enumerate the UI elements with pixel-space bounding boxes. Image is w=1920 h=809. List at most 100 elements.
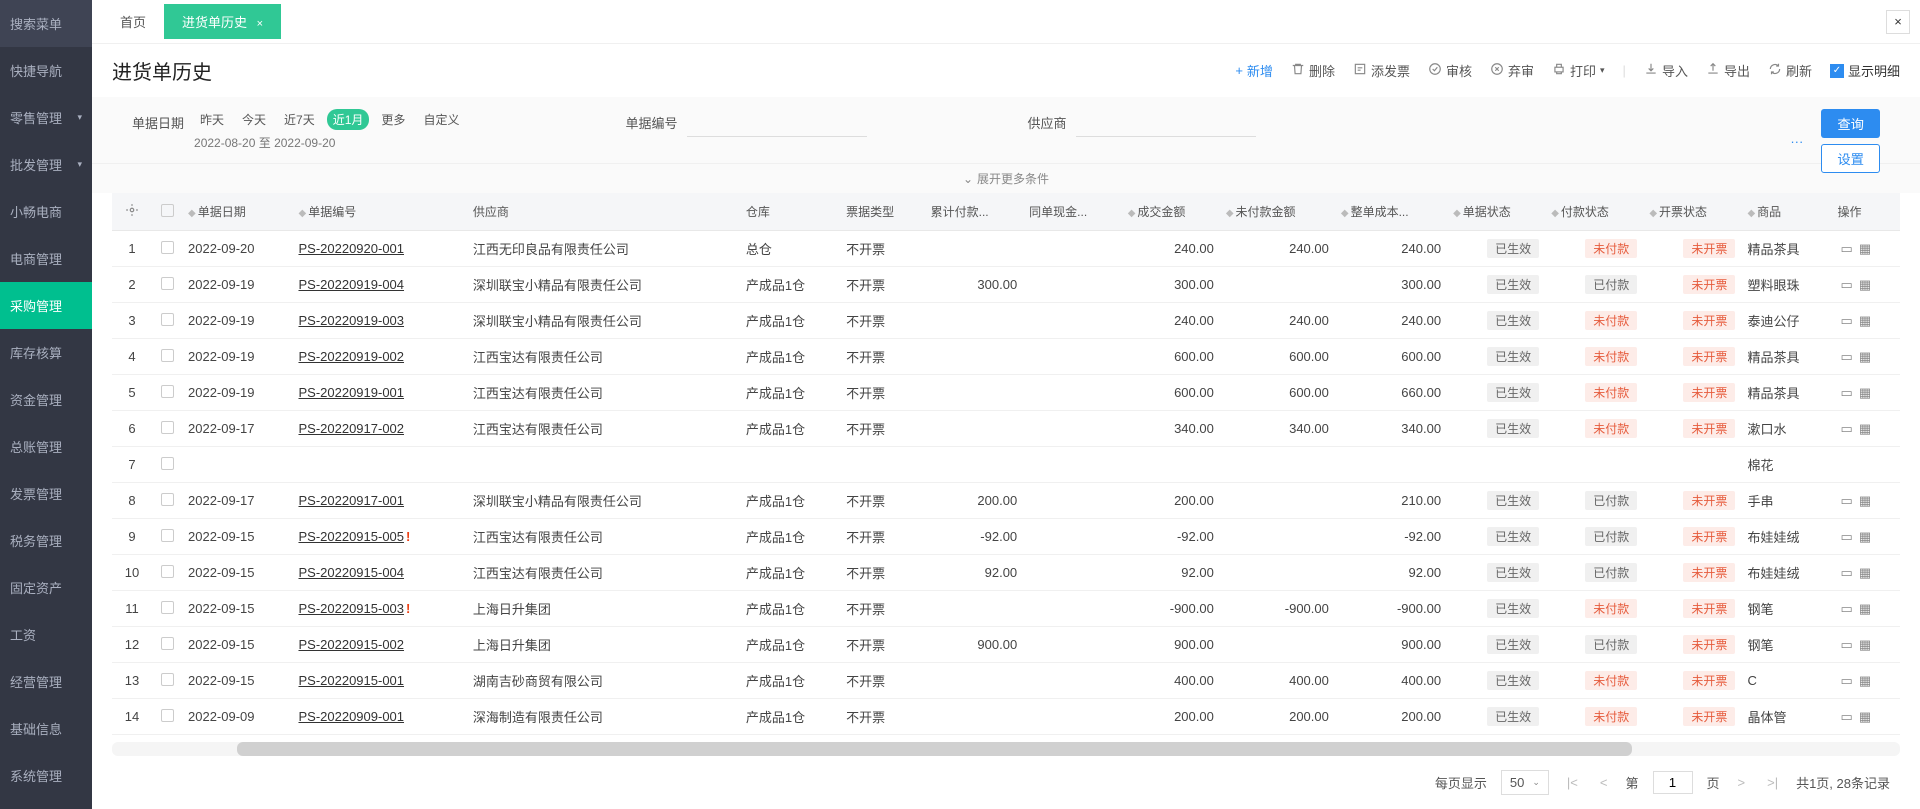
date-shortcut[interactable]: 自定义 (417, 109, 465, 130)
doc-link[interactable]: PS-20220917-002 (298, 421, 404, 436)
row-checkbox[interactable] (161, 277, 174, 290)
row-checkbox[interactable] (161, 313, 174, 326)
table-row[interactable]: 92022-09-15PS-20220915-005!江西宝达有限责任公司产成品… (112, 519, 1900, 555)
column-header[interactable] (152, 193, 182, 231)
grid-icon[interactable]: ▦ (1859, 241, 1871, 256)
sidebar-item[interactable]: 资金管理 (0, 376, 92, 423)
discard-button[interactable]: 弃审 (1490, 61, 1534, 80)
row-checkbox[interactable] (161, 457, 174, 470)
doc-link[interactable]: PS-20220919-004 (298, 277, 404, 292)
export-button[interactable]: 导出 (1706, 61, 1750, 80)
doc-link[interactable]: PS-20220915-001 (298, 673, 404, 688)
sidebar-item[interactable]: 零售管理▾ (0, 94, 92, 141)
query-button[interactable]: 查询 (1821, 109, 1880, 138)
column-header[interactable]: ◆付款状态 (1545, 193, 1643, 231)
row-checkbox[interactable] (161, 637, 174, 650)
gear-icon[interactable] (125, 203, 139, 217)
view-icon[interactable]: ▭ (1841, 601, 1853, 616)
sidebar-item[interactable]: 批发管理▾ (0, 141, 92, 188)
view-icon[interactable]: ▭ (1841, 493, 1853, 508)
grid-icon[interactable]: ▦ (1859, 565, 1871, 580)
view-icon[interactable]: ▭ (1841, 241, 1853, 256)
view-icon[interactable]: ▭ (1841, 385, 1853, 400)
delete-button[interactable]: 删除 (1291, 61, 1335, 80)
page-size-select[interactable]: 50⌄ (1501, 770, 1549, 795)
doc-link[interactable]: PS-20220920-001 (298, 241, 404, 256)
table-row[interactable]: 82022-09-17PS-20220917-001深圳联宝小精品有限责任公司产… (112, 483, 1900, 519)
import-button[interactable]: 导入 (1644, 61, 1688, 80)
table-row[interactable]: 112022-09-15PS-20220915-003!上海日升集团产成品1仓不… (112, 591, 1900, 627)
view-icon[interactable]: ▭ (1841, 637, 1853, 652)
doc-link[interactable]: PS-20220909-001 (298, 709, 404, 724)
sidebar-item[interactable]: 总账管理 (0, 423, 92, 470)
date-shortcut[interactable]: 近1月 (327, 109, 370, 130)
expand-filters[interactable]: ⌄展开更多条件 (92, 163, 1920, 193)
table-row[interactable]: 32022-09-19PS-20220919-003深圳联宝小精品有限责任公司产… (112, 303, 1900, 339)
row-checkbox[interactable] (161, 421, 174, 434)
sidebar-item[interactable]: 基础信息 (0, 705, 92, 752)
sidebar-item[interactable]: 采购管理 (0, 282, 92, 329)
table-row[interactable]: 22022-09-19PS-20220919-004深圳联宝小精品有限责任公司产… (112, 267, 1900, 303)
grid-icon[interactable]: ▦ (1859, 313, 1871, 328)
sidebar-item[interactable]: 发票管理 (0, 470, 92, 517)
grid-icon[interactable]: ▦ (1859, 349, 1871, 364)
sidebar-item[interactable]: 固定资产 (0, 564, 92, 611)
row-checkbox[interactable] (161, 673, 174, 686)
tab-home[interactable]: 首页 (102, 4, 164, 39)
grid-icon[interactable]: ▦ (1859, 637, 1871, 652)
view-icon[interactable]: ▭ (1841, 421, 1853, 436)
column-header[interactable]: 累计付款... (925, 193, 1024, 231)
table-row[interactable]: 132022-09-15PS-20220915-001湖南吉砂商贸有限公司产成品… (112, 663, 1900, 699)
setting-button[interactable]: 设置 (1821, 144, 1880, 173)
close-icon[interactable]: × (257, 18, 263, 30)
doc-link[interactable]: PS-20220915-002 (298, 637, 404, 652)
row-checkbox[interactable] (161, 493, 174, 506)
column-header[interactable]: ◆单据编号 (292, 193, 466, 231)
column-header[interactable]: ◆开票状态 (1643, 193, 1741, 231)
view-icon[interactable]: ▭ (1841, 277, 1853, 292)
doc-link[interactable]: PS-20220917-001 (298, 493, 404, 508)
print-button[interactable]: 打印▾ (1552, 61, 1605, 80)
table-row[interactable]: 42022-09-19PS-20220919-002江西宝达有限责任公司产成品1… (112, 339, 1900, 375)
row-checkbox[interactable] (161, 385, 174, 398)
doc-link[interactable]: PS-20220919-003 (298, 313, 404, 328)
sidebar-item[interactable]: 小畅电商 (0, 188, 92, 235)
view-icon[interactable]: ▭ (1841, 709, 1853, 724)
column-header[interactable]: 供应商 (467, 193, 740, 231)
row-checkbox[interactable] (161, 601, 174, 614)
view-icon[interactable]: ▭ (1841, 349, 1853, 364)
docno-input[interactable] (687, 109, 867, 137)
table-row[interactable]: 12022-09-20PS-20220920-001江西无印良品有限责任公司总仓… (112, 231, 1900, 267)
row-checkbox[interactable] (161, 349, 174, 362)
tab-history[interactable]: 进货单历史 × (164, 4, 281, 39)
view-icon[interactable]: ▭ (1841, 673, 1853, 688)
sidebar-item[interactable]: 税务管理 (0, 517, 92, 564)
view-icon[interactable]: ▭ (1841, 529, 1853, 544)
table-row[interactable]: 7棉花 (112, 447, 1900, 483)
grid-icon[interactable]: ▦ (1859, 385, 1871, 400)
row-checkbox[interactable] (161, 565, 174, 578)
sidebar-item[interactable]: 系统管理 (0, 752, 92, 799)
column-header[interactable]: ◆未付款金额 (1220, 193, 1335, 231)
table-row[interactable]: 152022-09-08PS-20220908-006江西真可爱布娃娃有限责任公… (112, 735, 1900, 743)
sidebar-item[interactable]: 快捷导航 (0, 47, 92, 94)
doc-link[interactable]: PS-20220915-003 (298, 601, 404, 616)
sidebar-item[interactable]: 搜索菜单 (0, 0, 92, 47)
more-dots-button[interactable]: ··· (1782, 130, 1811, 153)
first-page-button[interactable]: |< (1563, 775, 1582, 790)
sidebar-item[interactable]: 经营管理 (0, 658, 92, 705)
invoice-button[interactable]: 添发票 (1353, 61, 1410, 80)
date-shortcut[interactable]: 更多 (375, 109, 411, 130)
audit-button[interactable]: 审核 (1428, 61, 1472, 80)
last-page-button[interactable]: >| (1763, 775, 1782, 790)
column-header[interactable]: ◆单据日期 (182, 193, 292, 231)
row-checkbox[interactable] (161, 241, 174, 254)
table-row[interactable]: 52022-09-19PS-20220919-001江西宝达有限责任公司产成品1… (112, 375, 1900, 411)
horizontal-scrollbar[interactable] (112, 742, 1900, 756)
table-row[interactable]: 142022-09-09PS-20220909-001深海制造有限责任公司产成品… (112, 699, 1900, 735)
doc-link[interactable]: PS-20220915-005 (298, 529, 404, 544)
page-input[interactable] (1653, 771, 1693, 794)
row-checkbox[interactable] (161, 709, 174, 722)
grid-icon[interactable]: ▦ (1859, 277, 1871, 292)
sidebar-item[interactable]: 库存核算 (0, 329, 92, 376)
